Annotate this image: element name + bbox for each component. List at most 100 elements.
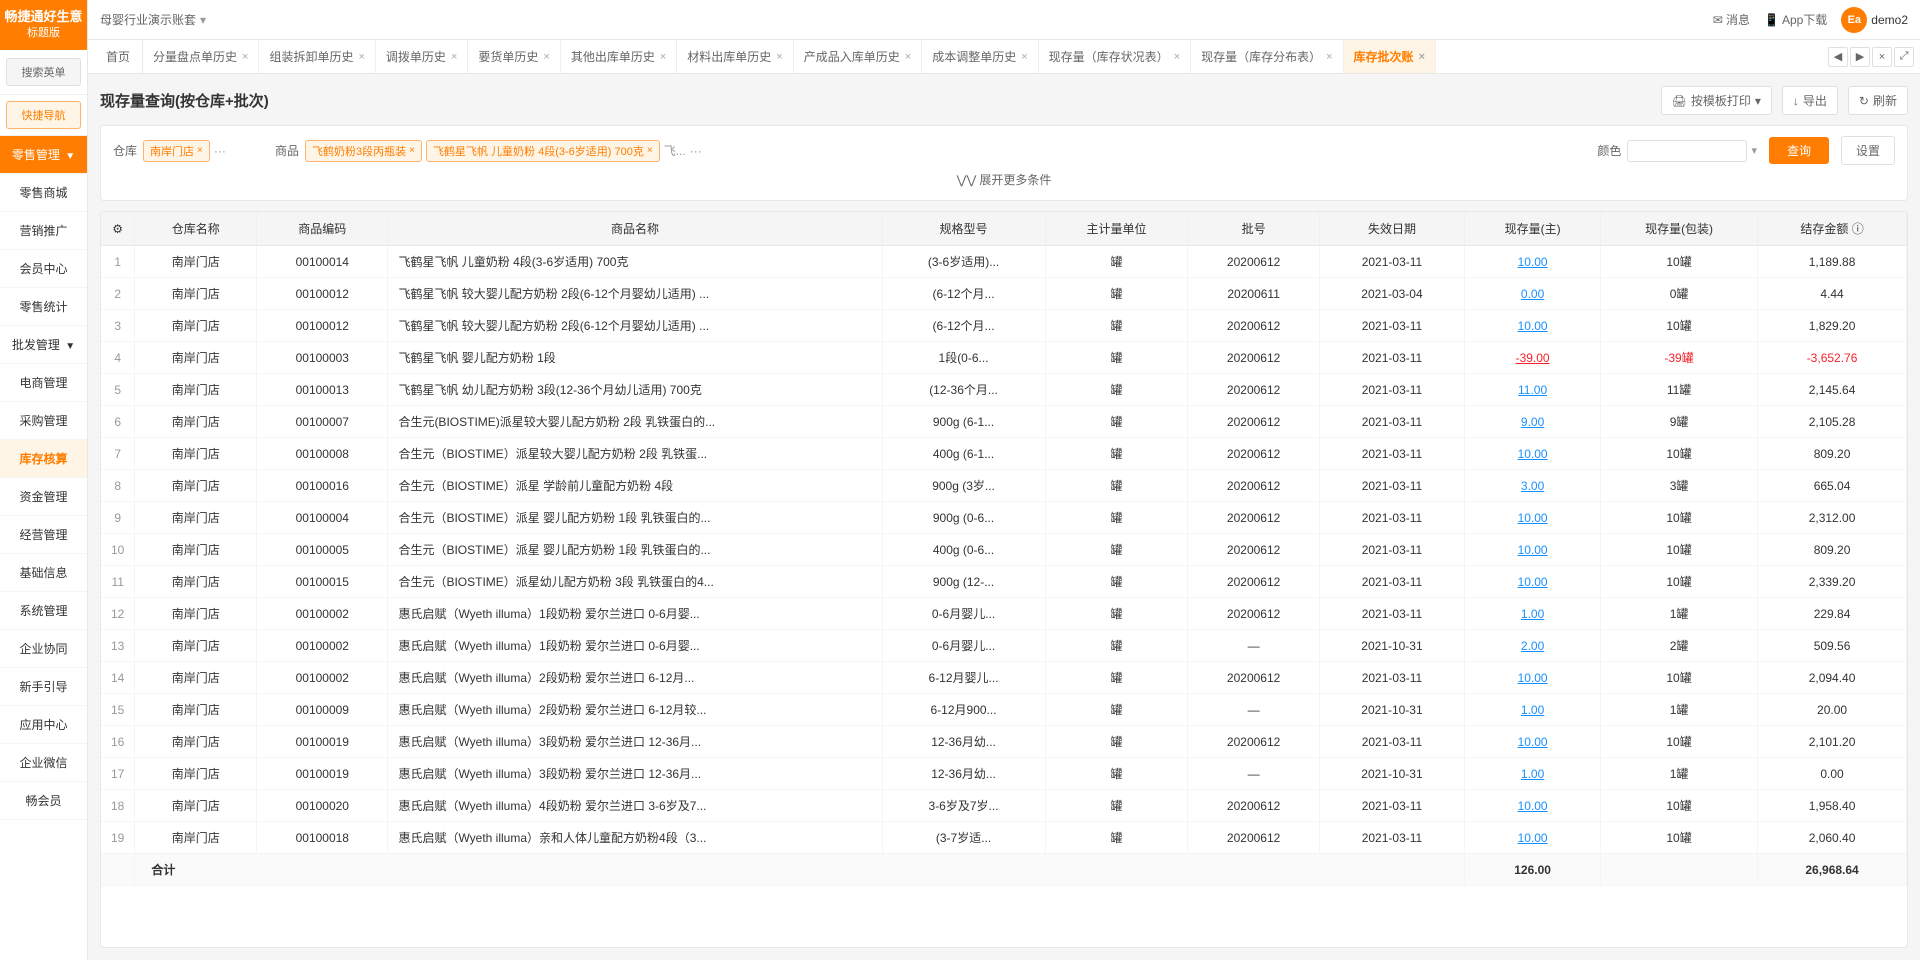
sidebar-item-marketing[interactable]: 营销推广: [0, 212, 87, 250]
close-icon[interactable]: ×: [660, 51, 666, 63]
close-icon[interactable]: ×: [1419, 51, 1425, 63]
th-settings[interactable]: ⚙: [101, 212, 135, 246]
sidebar-item-inventory[interactable]: 库存核算: [0, 440, 87, 478]
product-tag-0-close[interactable]: ×: [409, 145, 415, 156]
cell-qty[interactable]: 1.00: [1465, 758, 1601, 790]
nav-tab-xuncun2[interactable]: 现存量（库存分布表） ×: [1191, 40, 1343, 73]
cell-qty[interactable]: -39.00: [1465, 342, 1601, 374]
cell-qty[interactable]: 10.00: [1465, 566, 1601, 598]
cell-warehouse: 南岸门店: [135, 374, 257, 406]
close-icon[interactable]: ×: [776, 51, 782, 63]
sidebar-item-app-center[interactable]: 应用中心: [0, 706, 87, 744]
app-download-button[interactable]: 📱 App下载: [1764, 11, 1827, 28]
nav-tab-xuncun1[interactable]: 现存量（库存状况表） ×: [1039, 40, 1191, 73]
nav-prev-arrow[interactable]: ◀: [1828, 47, 1848, 67]
search-button[interactable]: 搜索英单: [6, 58, 81, 86]
color-dropdown-arrow[interactable]: ▾: [1751, 144, 1757, 157]
cell-qty[interactable]: 0.00: [1465, 278, 1601, 310]
close-icon[interactable]: ×: [242, 51, 248, 63]
cell-qty[interactable]: 2.00: [1465, 630, 1601, 662]
nav-tab-chengben[interactable]: 成本调整单历史 ×: [922, 40, 1038, 73]
cell-qty[interactable]: 10.00: [1465, 438, 1601, 470]
sidebar-item-guide[interactable]: 新手引导: [0, 668, 87, 706]
close-icon[interactable]: ×: [1021, 51, 1027, 63]
row-no: 6: [101, 406, 135, 438]
cell-qty[interactable]: 10.00: [1465, 534, 1601, 566]
quick-nav-button[interactable]: 快捷导航: [6, 101, 81, 129]
nav-home[interactable]: 首页: [94, 40, 143, 73]
sidebar-item-enterprise[interactable]: 企业协同: [0, 630, 87, 668]
nav-close-button[interactable]: ×: [1872, 47, 1892, 67]
sidebar-item-operations[interactable]: 经营管理: [0, 516, 87, 554]
sidebar-item-ecommerce[interactable]: 电商管理: [0, 364, 87, 402]
sidebar-item-retail-stats[interactable]: 零售统计: [0, 288, 87, 326]
cell-qty[interactable]: 9.00: [1465, 406, 1601, 438]
sidebar-item-retail-mgmt[interactable]: 零售管理 ▼: [0, 136, 87, 174]
sidebar-item-retail-shop[interactable]: 零售商城: [0, 174, 87, 212]
sidebar-item-wholesale[interactable]: 批发管理 ▼: [0, 326, 87, 364]
close-icon[interactable]: ×: [1326, 51, 1332, 63]
sidebar-item-member-vip[interactable]: 畅会员: [0, 782, 87, 820]
cell-qty[interactable]: 3.00: [1465, 470, 1601, 502]
nav-expand-button[interactable]: ⤢: [1894, 47, 1914, 67]
nav-tab-pici[interactable]: 库存批次账 ×: [1344, 40, 1436, 73]
cell-qty[interactable]: 11.00: [1465, 374, 1601, 406]
warehouse-tag-close[interactable]: ×: [197, 145, 203, 156]
warehouse-tag[interactable]: 南岸门店 ×: [143, 140, 210, 162]
close-icon[interactable]: ×: [451, 51, 457, 63]
warehouse-more[interactable]: ···: [214, 144, 226, 158]
expand-more-btn[interactable]: ⋁⋁ 展开更多条件: [113, 165, 1895, 190]
th-spec: 规格型号: [882, 212, 1045, 246]
print-button[interactable]: 🖨 按模板打印 ▾: [1661, 86, 1772, 115]
sidebar-logo[interactable]: 畅捷通好生意 标题版: [0, 0, 87, 50]
product-tag-0[interactable]: 飞鹤奶粉3段丙瓶装 ×: [305, 140, 422, 162]
settings-button[interactable]: 设置: [1841, 136, 1895, 165]
color-input[interactable]: [1627, 140, 1747, 162]
product-more[interactable]: 飞...: [664, 142, 686, 159]
cell-code: 00100020: [257, 790, 388, 822]
nav-tab-yaohuo[interactable]: 要货单历史 ×: [468, 40, 560, 73]
nav-next-arrow[interactable]: ▶: [1850, 47, 1870, 67]
close-icon[interactable]: ×: [905, 51, 911, 63]
export-button[interactable]: ↓ 导出: [1782, 86, 1838, 115]
close-icon[interactable]: ×: [543, 51, 549, 63]
sidebar-item-wechat-work[interactable]: 企业微信: [0, 744, 87, 782]
product-tag-1[interactable]: 飞鹤星飞帆 儿童奶粉 4段(3-6岁适用) 700克 ×: [426, 140, 660, 162]
refresh-button[interactable]: ↻ 刷新: [1848, 86, 1908, 115]
close-icon[interactable]: ×: [358, 51, 364, 63]
cell-qty[interactable]: 10.00: [1465, 310, 1601, 342]
cell-expire: 2021-03-11: [1319, 598, 1464, 630]
nav-tab-chanpin[interactable]: 产成品入库单历史 ×: [794, 40, 922, 73]
cell-qty[interactable]: 10.00: [1465, 726, 1601, 758]
account-title: 母婴行业演示账套 ▾: [100, 11, 206, 28]
sidebar-item-member[interactable]: 会员中心: [0, 250, 87, 288]
sidebar-item-basics[interactable]: 基础信息: [0, 554, 87, 592]
cell-unit: 罐: [1045, 598, 1188, 630]
cell-qty[interactable]: 1.00: [1465, 694, 1601, 726]
product-tag-1-close[interactable]: ×: [647, 145, 653, 156]
cell-qty[interactable]: 10.00: [1465, 822, 1601, 854]
close-icon[interactable]: ×: [1174, 51, 1180, 63]
th-amount: 结存金额 ⓘ: [1758, 212, 1907, 246]
cell-qty[interactable]: 10.00: [1465, 790, 1601, 822]
cell-qty[interactable]: 1.00: [1465, 598, 1601, 630]
cell-qty[interactable]: 10.00: [1465, 502, 1601, 534]
user-profile[interactable]: Ea demo2: [1841, 7, 1908, 33]
topbar: 母婴行业演示账套 ▾ ✉ 消息 📱 App下载 Ea demo2: [88, 0, 1920, 40]
search-query-button[interactable]: 查询: [1769, 137, 1829, 164]
print-dropdown-arrow[interactable]: ▾: [1755, 94, 1761, 108]
nav-tab-zuzhuang[interactable]: 组装拆卸单历史 ×: [259, 40, 375, 73]
nav-tab-fenpan[interactable]: 分量盘点单历史 ×: [143, 40, 259, 73]
cell-qty[interactable]: 10.00: [1465, 662, 1601, 694]
sidebar-item-system[interactable]: 系统管理: [0, 592, 87, 630]
account-dropdown-arrow[interactable]: ▾: [200, 13, 206, 27]
nav-tab-diaobo[interactable]: 调拨单历史 ×: [376, 40, 468, 73]
product-extra[interactable]: ···: [690, 144, 702, 158]
sidebar-item-purchase[interactable]: 采购管理: [0, 402, 87, 440]
nav-tab-cailiao[interactable]: 材料出库单历史 ×: [677, 40, 793, 73]
settings-icon[interactable]: ⚙: [112, 222, 123, 236]
sidebar-item-finance[interactable]: 资金管理: [0, 478, 87, 516]
cell-qty[interactable]: 10.00: [1465, 246, 1601, 278]
nav-tab-qitachu[interactable]: 其他出库单历史 ×: [561, 40, 677, 73]
message-button[interactable]: ✉ 消息: [1713, 11, 1750, 28]
